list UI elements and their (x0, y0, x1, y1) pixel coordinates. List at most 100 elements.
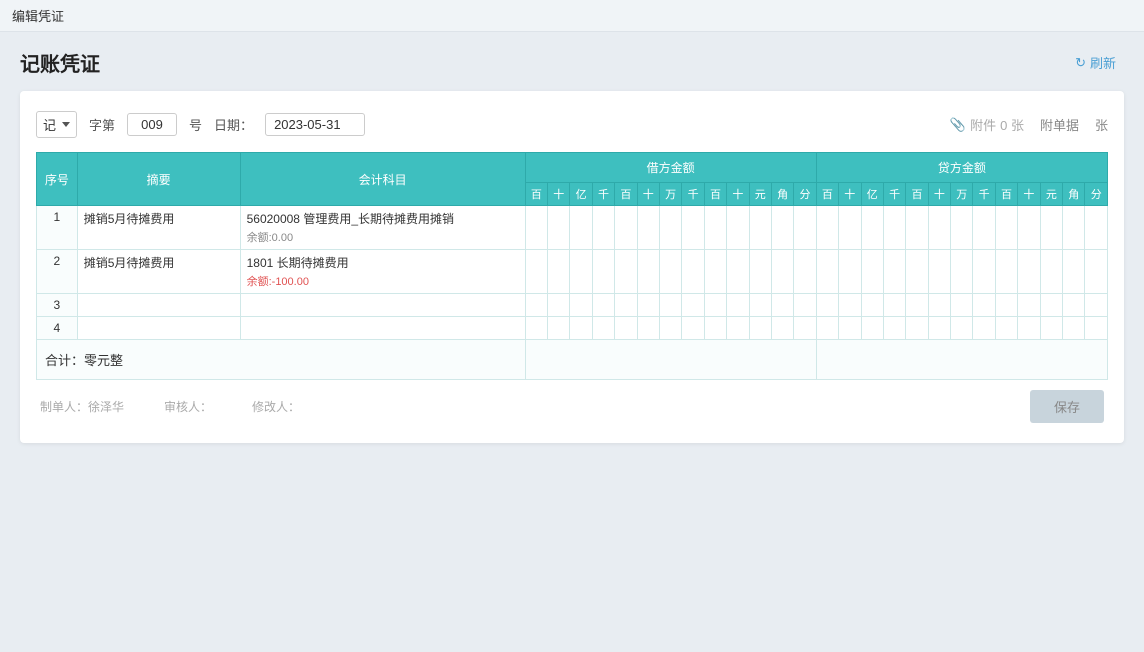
debit-digit-cell-r2-c4[interactable] (592, 250, 614, 294)
row-account-1[interactable]: 56020008 管理费用_长期待摊费用摊销余额:0.00 (240, 206, 525, 250)
credit-digit-cell-r4-c1[interactable] (816, 317, 838, 340)
debit-digit-cell-r1-c7[interactable] (659, 206, 681, 250)
credit-digit-cell-r2-c13[interactable] (1085, 250, 1108, 294)
credit-digit-cell-r3-c13[interactable] (1085, 294, 1108, 317)
debit-digit-cell-r1-c4[interactable] (592, 206, 614, 250)
credit-digit-cell-r2-c10[interactable] (1018, 250, 1040, 294)
number-input[interactable]: 009 (127, 113, 177, 136)
debit-digit-cell-r4-c10[interactable] (727, 317, 749, 340)
credit-digit-cell-r4-c3[interactable] (861, 317, 883, 340)
debit-digit-cell-r3-c11[interactable] (749, 294, 771, 317)
debit-digit-cell-r4-c3[interactable] (570, 317, 592, 340)
debit-digit-cell-r2-c7[interactable] (659, 250, 681, 294)
credit-digit-cell-r4-c13[interactable] (1085, 317, 1108, 340)
credit-digit-cell-r2-c5[interactable] (906, 250, 928, 294)
debit-digit-cell-r2-c3[interactable] (570, 250, 592, 294)
debit-digit-cell-r4-c2[interactable] (548, 317, 570, 340)
credit-digit-cell-r1-c5[interactable] (906, 206, 928, 250)
debit-digit-cell-r1-c8[interactable] (682, 206, 704, 250)
debit-digit-cell-r4-c9[interactable] (704, 317, 726, 340)
debit-digit-cell-r1-c5[interactable] (615, 206, 637, 250)
debit-digit-cell-r3-c9[interactable] (704, 294, 726, 317)
credit-digit-cell-r4-c10[interactable] (1018, 317, 1040, 340)
refresh-button[interactable]: ↻ 刷新 (1067, 49, 1124, 76)
credit-digit-cell-r2-c9[interactable] (995, 250, 1017, 294)
credit-digit-cell-r4-c5[interactable] (906, 317, 928, 340)
debit-digit-cell-r1-c11[interactable] (749, 206, 771, 250)
debit-digit-cell-r1-c3[interactable] (570, 206, 592, 250)
debit-digit-cell-r3-c1[interactable] (525, 294, 547, 317)
attachment-link[interactable]: 📎 附件 0 张 (950, 115, 1024, 134)
date-input[interactable]: 2023-05-31 (265, 113, 365, 136)
row-summary-1[interactable]: 摊销5月待摊费用 (77, 206, 240, 250)
debit-digit-cell-r2-c11[interactable] (749, 250, 771, 294)
credit-digit-cell-r3-c11[interactable] (1040, 294, 1062, 317)
row-account-3[interactable] (240, 294, 525, 317)
save-button[interactable]: 保存 (1030, 390, 1104, 423)
credit-digit-cell-r2-c11[interactable] (1040, 250, 1062, 294)
debit-digit-cell-r2-c13[interactable] (794, 250, 816, 294)
credit-digit-cell-r4-c7[interactable] (951, 317, 973, 340)
debit-digit-cell-r3-c3[interactable] (570, 294, 592, 317)
credit-digit-cell-r2-c7[interactable] (951, 250, 973, 294)
debit-digit-cell-r3-c6[interactable] (637, 294, 659, 317)
debit-digit-cell-r4-c7[interactable] (659, 317, 681, 340)
debit-digit-cell-r2-c6[interactable] (637, 250, 659, 294)
debit-digit-cell-r1-c1[interactable] (525, 206, 547, 250)
debit-digit-cell-r3-c4[interactable] (592, 294, 614, 317)
debit-digit-cell-r1-c2[interactable] (548, 206, 570, 250)
credit-digit-cell-r4-c4[interactable] (883, 317, 905, 340)
credit-digit-cell-r1-c3[interactable] (861, 206, 883, 250)
debit-digit-cell-r4-c11[interactable] (749, 317, 771, 340)
credit-digit-cell-r3-c4[interactable] (883, 294, 905, 317)
row-account-4[interactable] (240, 317, 525, 340)
credit-digit-cell-r2-c2[interactable] (839, 250, 861, 294)
debit-digit-cell-r4-c13[interactable] (794, 317, 816, 340)
credit-digit-cell-r2-c4[interactable] (883, 250, 905, 294)
debit-digit-cell-r1-c12[interactable] (771, 206, 793, 250)
type-select[interactable]: 记 (36, 111, 77, 138)
debit-digit-cell-r3-c2[interactable] (548, 294, 570, 317)
credit-digit-cell-r2-c8[interactable] (973, 250, 995, 294)
debit-digit-cell-r4-c1[interactable] (525, 317, 547, 340)
credit-digit-cell-r1-c2[interactable] (839, 206, 861, 250)
credit-digit-cell-r2-c12[interactable] (1063, 250, 1085, 294)
credit-digit-cell-r4-c9[interactable] (995, 317, 1017, 340)
credit-digit-cell-r1-c4[interactable] (883, 206, 905, 250)
credit-digit-cell-r3-c2[interactable] (839, 294, 861, 317)
debit-digit-cell-r2-c5[interactable] (615, 250, 637, 294)
debit-digit-cell-r3-c7[interactable] (659, 294, 681, 317)
credit-digit-cell-r3-c3[interactable] (861, 294, 883, 317)
row-summary-4[interactable] (77, 317, 240, 340)
debit-digit-cell-r1-c9[interactable] (704, 206, 726, 250)
credit-digit-cell-r2-c3[interactable] (861, 250, 883, 294)
debit-digit-cell-r1-c13[interactable] (794, 206, 816, 250)
credit-digit-cell-r3-c6[interactable] (928, 294, 950, 317)
credit-digit-cell-r3-c10[interactable] (1018, 294, 1040, 317)
debit-digit-cell-r4-c5[interactable] (615, 317, 637, 340)
credit-digit-cell-r3-c8[interactable] (973, 294, 995, 317)
credit-digit-cell-r3-c12[interactable] (1063, 294, 1085, 317)
debit-digit-cell-r4-c4[interactable] (592, 317, 614, 340)
credit-digit-cell-r4-c11[interactable] (1040, 317, 1062, 340)
credit-digit-cell-r1-c1[interactable] (816, 206, 838, 250)
row-summary-2[interactable]: 摊销5月待摊费用 (77, 250, 240, 294)
debit-digit-cell-r2-c1[interactable] (525, 250, 547, 294)
credit-digit-cell-r3-c1[interactable] (816, 294, 838, 317)
credit-digit-cell-r1-c11[interactable] (1040, 206, 1062, 250)
debit-digit-cell-r2-c8[interactable] (682, 250, 704, 294)
debit-digit-cell-r1-c6[interactable] (637, 206, 659, 250)
debit-digit-cell-r2-c10[interactable] (727, 250, 749, 294)
credit-digit-cell-r1-c8[interactable] (973, 206, 995, 250)
credit-digit-cell-r1-c7[interactable] (951, 206, 973, 250)
credit-digit-cell-r4-c12[interactable] (1063, 317, 1085, 340)
credit-digit-cell-r1-c12[interactable] (1063, 206, 1085, 250)
debit-digit-cell-r4-c6[interactable] (637, 317, 659, 340)
debit-digit-cell-r3-c10[interactable] (727, 294, 749, 317)
row-account-2[interactable]: 1801 长期待摊费用余额:-100.00 (240, 250, 525, 294)
debit-digit-cell-r4-c8[interactable] (682, 317, 704, 340)
debit-digit-cell-r3-c12[interactable] (771, 294, 793, 317)
debit-digit-cell-r3-c13[interactable] (794, 294, 816, 317)
credit-digit-cell-r4-c2[interactable] (839, 317, 861, 340)
credit-digit-cell-r1-c6[interactable] (928, 206, 950, 250)
